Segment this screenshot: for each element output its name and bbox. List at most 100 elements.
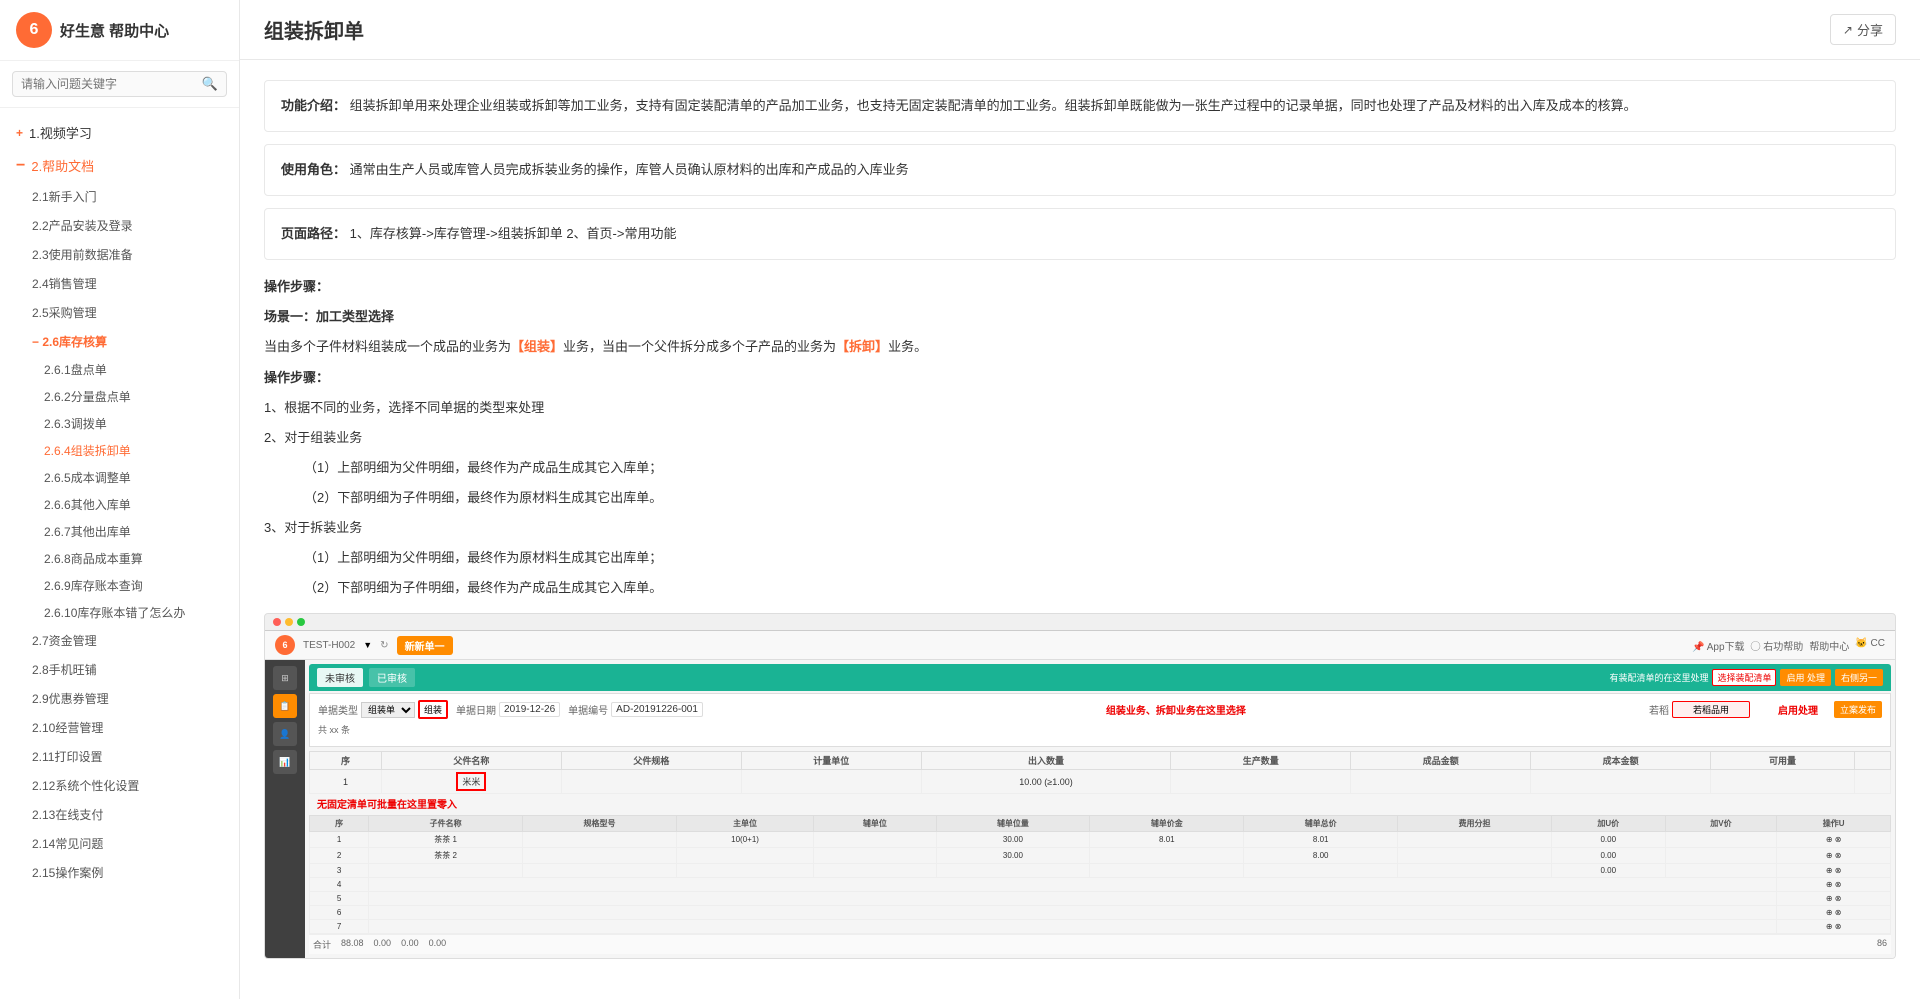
sidebar-item-other-in[interactable]: 2.6.6其他入库单 — [0, 491, 239, 518]
annotation-assembly-type: 组装业务、拆卸业务在这里选择 — [711, 702, 1641, 717]
tab-audited-label: 已审核 — [377, 674, 407, 685]
min-dot — [285, 618, 293, 626]
form-actions: 有装配清单的在这里处理 选择装配清单 启用 处理 右侧另一 — [1609, 669, 1883, 686]
tab-unaudited[interactable]: 未审核 — [317, 668, 363, 687]
cell-spec — [561, 770, 741, 794]
form-row-count: 共 xx 条 — [318, 723, 1882, 736]
count-label: 共 xx 条 — [318, 723, 350, 736]
sidebar-item-stock-error[interactable]: 2.6.10库存账本错了怎么办 — [0, 599, 239, 626]
sidebar-item-purchase[interactable]: 2.5采购管理 — [0, 298, 239, 327]
sub-table-row: 4 ⊕ ⊗ — [310, 878, 1891, 892]
app-refresh-icon: ↻ — [380, 640, 388, 651]
sidebar-item-finance[interactable]: 2.7资金管理 — [0, 626, 239, 655]
mock-app-window: 6 TEST-H002 ▼ ↻ 新新单一 📌 App下载 ◯ 右功帮助 帮助中心… — [265, 631, 1895, 958]
tab-unaudited-label: 未审核 — [325, 674, 355, 685]
field-warehouse-value: 若稻品用 — [1672, 701, 1750, 718]
col-parent-spec: 父件规格 — [561, 752, 741, 770]
app-icon-3: 帮助中心 — [1809, 638, 1849, 653]
app-icon-chart: 📊 — [273, 750, 297, 774]
nav-children-docs: 2.1新手入门 2.2产品安装及登录 2.3使用前数据准备 2.4销售管理 2.… — [0, 182, 239, 887]
function-intro-box: 功能介绍： 组装拆卸单用来处理企业组装或拆卸等加工业务，支持有固定装配清单的产品… — [264, 80, 1896, 132]
app-layout: ⊞ 📋 👤 📊 未审核 已审核 — [265, 660, 1895, 958]
search-input[interactable] — [21, 77, 202, 91]
field-type-select[interactable]: 组装单 拆卸单 — [361, 702, 415, 718]
cell-seq: 1 — [310, 770, 382, 794]
field-warehouse-label: 若稻 — [1649, 702, 1669, 717]
sidebar-item-faq[interactable]: 2.14常见问题 — [0, 829, 239, 858]
sub-table-row: 5 ⊕ ⊗ — [310, 892, 1891, 906]
annotation-batch-label: 无固定清单可批量在这里置零入 — [317, 800, 457, 811]
sidebar-item-personalize[interactable]: 2.12系统个性化设置 — [0, 771, 239, 800]
sub-col-unit2-total: 辅单总价 — [1244, 816, 1398, 832]
browser-bar — [265, 614, 1895, 631]
sub-col-cost-share: 费用分担 — [1398, 816, 1552, 832]
app-icon-active: 📋 — [273, 694, 297, 718]
footer-val2: 0.00 — [374, 938, 392, 951]
logo-area: 6 好生意 帮助中心 — [0, 0, 239, 61]
search-box[interactable]: 🔍 — [12, 71, 227, 97]
cell-avail — [1711, 770, 1855, 794]
sidebar-item-install[interactable]: 2.2产品安装及登录 — [0, 211, 239, 240]
sidebar-item-split-count[interactable]: 2.6.2分量盘点单 — [0, 383, 239, 410]
field-type-label: 单据类型 — [318, 702, 358, 717]
step1-text: 1、根据不同的业务，选择不同单据的类型来处理 — [264, 397, 1896, 419]
main-area: 组装拆卸单 ↗ 分享 功能介绍： 组装拆卸单用来处理企业组装或拆卸等加工业务，支… — [240, 0, 1920, 999]
add-btn[interactable]: 右侧另一 — [1835, 669, 1883, 686]
screenshot-container: 6 TEST-H002 ▼ ↻ 新新单一 📌 App下载 ◯ 右功帮助 帮助中心… — [264, 613, 1896, 959]
footer-val3: 0.00 — [401, 938, 419, 951]
sidebar-item-adjust[interactable]: 2.6.3调拨单 — [0, 410, 239, 437]
process-btn[interactable]: 启用 处理 — [1780, 669, 1831, 686]
search-icon[interactable]: 🔍 — [202, 76, 218, 92]
sidebar-item-stock-check[interactable]: 2.6.9库存账本查询 — [0, 572, 239, 599]
sub-col-u-price: 加U价 — [1552, 816, 1666, 832]
sidebar-item-new[interactable]: 2.1新手入门 — [0, 182, 239, 211]
col-action — [1854, 752, 1890, 770]
page-title: 组装拆卸单 — [264, 15, 364, 44]
sidebar-item-coupon[interactable]: 2.9优惠券管理 — [0, 684, 239, 713]
sidebar-item-cases[interactable]: 2.15操作案例 — [0, 858, 239, 887]
form-row-1: 单据类型 组装单 拆卸单 组装 单据日期 2019-12-26 — [318, 700, 1882, 719]
share-button[interactable]: ↗ 分享 — [1830, 14, 1896, 45]
cell-qty: 10.00 (≥1.00) — [921, 770, 1171, 794]
app-nav-btn: 新新单一 — [397, 636, 453, 655]
sidebar-item-goods-cost[interactable]: 2.6.8商品成本重算 — [0, 545, 239, 572]
sub-col-v-price: 加V价 — [1665, 816, 1777, 832]
field-type: 单据类型 组装单 拆卸单 组装 — [318, 700, 448, 719]
sidebar-item-assembly[interactable]: 2.6.4组装拆卸单 — [0, 437, 239, 464]
sidebar-item-other-out[interactable]: 2.6.7其他出库单 — [0, 518, 239, 545]
app-icon-2: ◯ 右功帮助 — [1751, 638, 1804, 653]
sidebar-item-mobile[interactable]: 2.8手机旺铺 — [0, 655, 239, 684]
cell-product-amt — [1351, 770, 1531, 794]
steps-section: 操作步骤： 场景一：加工类型选择 当由多个子件材料组装成一个成品的业务为【组装】… — [264, 276, 1896, 599]
step2-1-text: （1）上部明细为父件明细，最终作为产成品生成其它入库单； — [304, 457, 1896, 479]
scene1-title: 场景一：加工类型选择 — [264, 309, 394, 324]
app-company-label: TEST-H002 — [303, 640, 355, 651]
sidebar-item-sales[interactable]: 2.4销售管理 — [0, 269, 239, 298]
close-dot — [273, 618, 281, 626]
app-icon-1: 📌 App下载 — [1692, 638, 1744, 653]
confirm-btn[interactable]: 立案发布 — [1834, 701, 1882, 718]
sidebar-item-cost-adjust[interactable]: 2.6.5成本调整单 — [0, 464, 239, 491]
footer-val1: 88.08 — [341, 938, 364, 951]
function-intro-text: 组装拆卸单用来处理企业组装或拆卸等加工业务，支持有固定装配清单的产品加工业务，也… — [350, 98, 1637, 113]
sidebar-item-operation[interactable]: 2.10经营管理 — [0, 713, 239, 742]
sidebar-item-inventory[interactable]: − 2.6库存核算 — [0, 327, 239, 356]
sidebar-item-docs[interactable]: − 2.帮助文档 2.1新手入门 2.2产品安装及登录 2.3使用前数据准备 2… — [0, 149, 239, 887]
sidebar-item-online-pay[interactable]: 2.13在线支付 — [0, 800, 239, 829]
tab-audited[interactable]: 已审核 — [369, 668, 415, 687]
annotation-label-2: 组装业务、拆卸业务在这里选择 — [1106, 706, 1246, 717]
sidebar-item-data[interactable]: 2.3使用前数据准备 — [0, 240, 239, 269]
steps-intro2: 操作步骤： — [264, 370, 329, 385]
cell-op — [1854, 770, 1890, 794]
sidebar-item-print[interactable]: 2.11打印设置 — [0, 742, 239, 771]
footer-val4: 0.00 — [429, 938, 447, 951]
sidebar-item-videos[interactable]: + 1.视频学习 — [0, 116, 239, 149]
field-date-label: 单据日期 — [456, 702, 496, 717]
sub-table-row: 7 ⊕ ⊗ — [310, 920, 1891, 934]
field-date-value: 2019-12-26 — [499, 702, 560, 717]
sidebar-item-count[interactable]: 2.6.1盘点单 — [0, 356, 239, 383]
sub-table-row: 6 ⊕ ⊗ — [310, 906, 1891, 920]
field-warehouse: 若稻 若稻品用 — [1649, 701, 1750, 718]
sub-col-unit1: 主单位 — [676, 816, 813, 832]
sub-col-spec: 规格型号 — [523, 816, 677, 832]
